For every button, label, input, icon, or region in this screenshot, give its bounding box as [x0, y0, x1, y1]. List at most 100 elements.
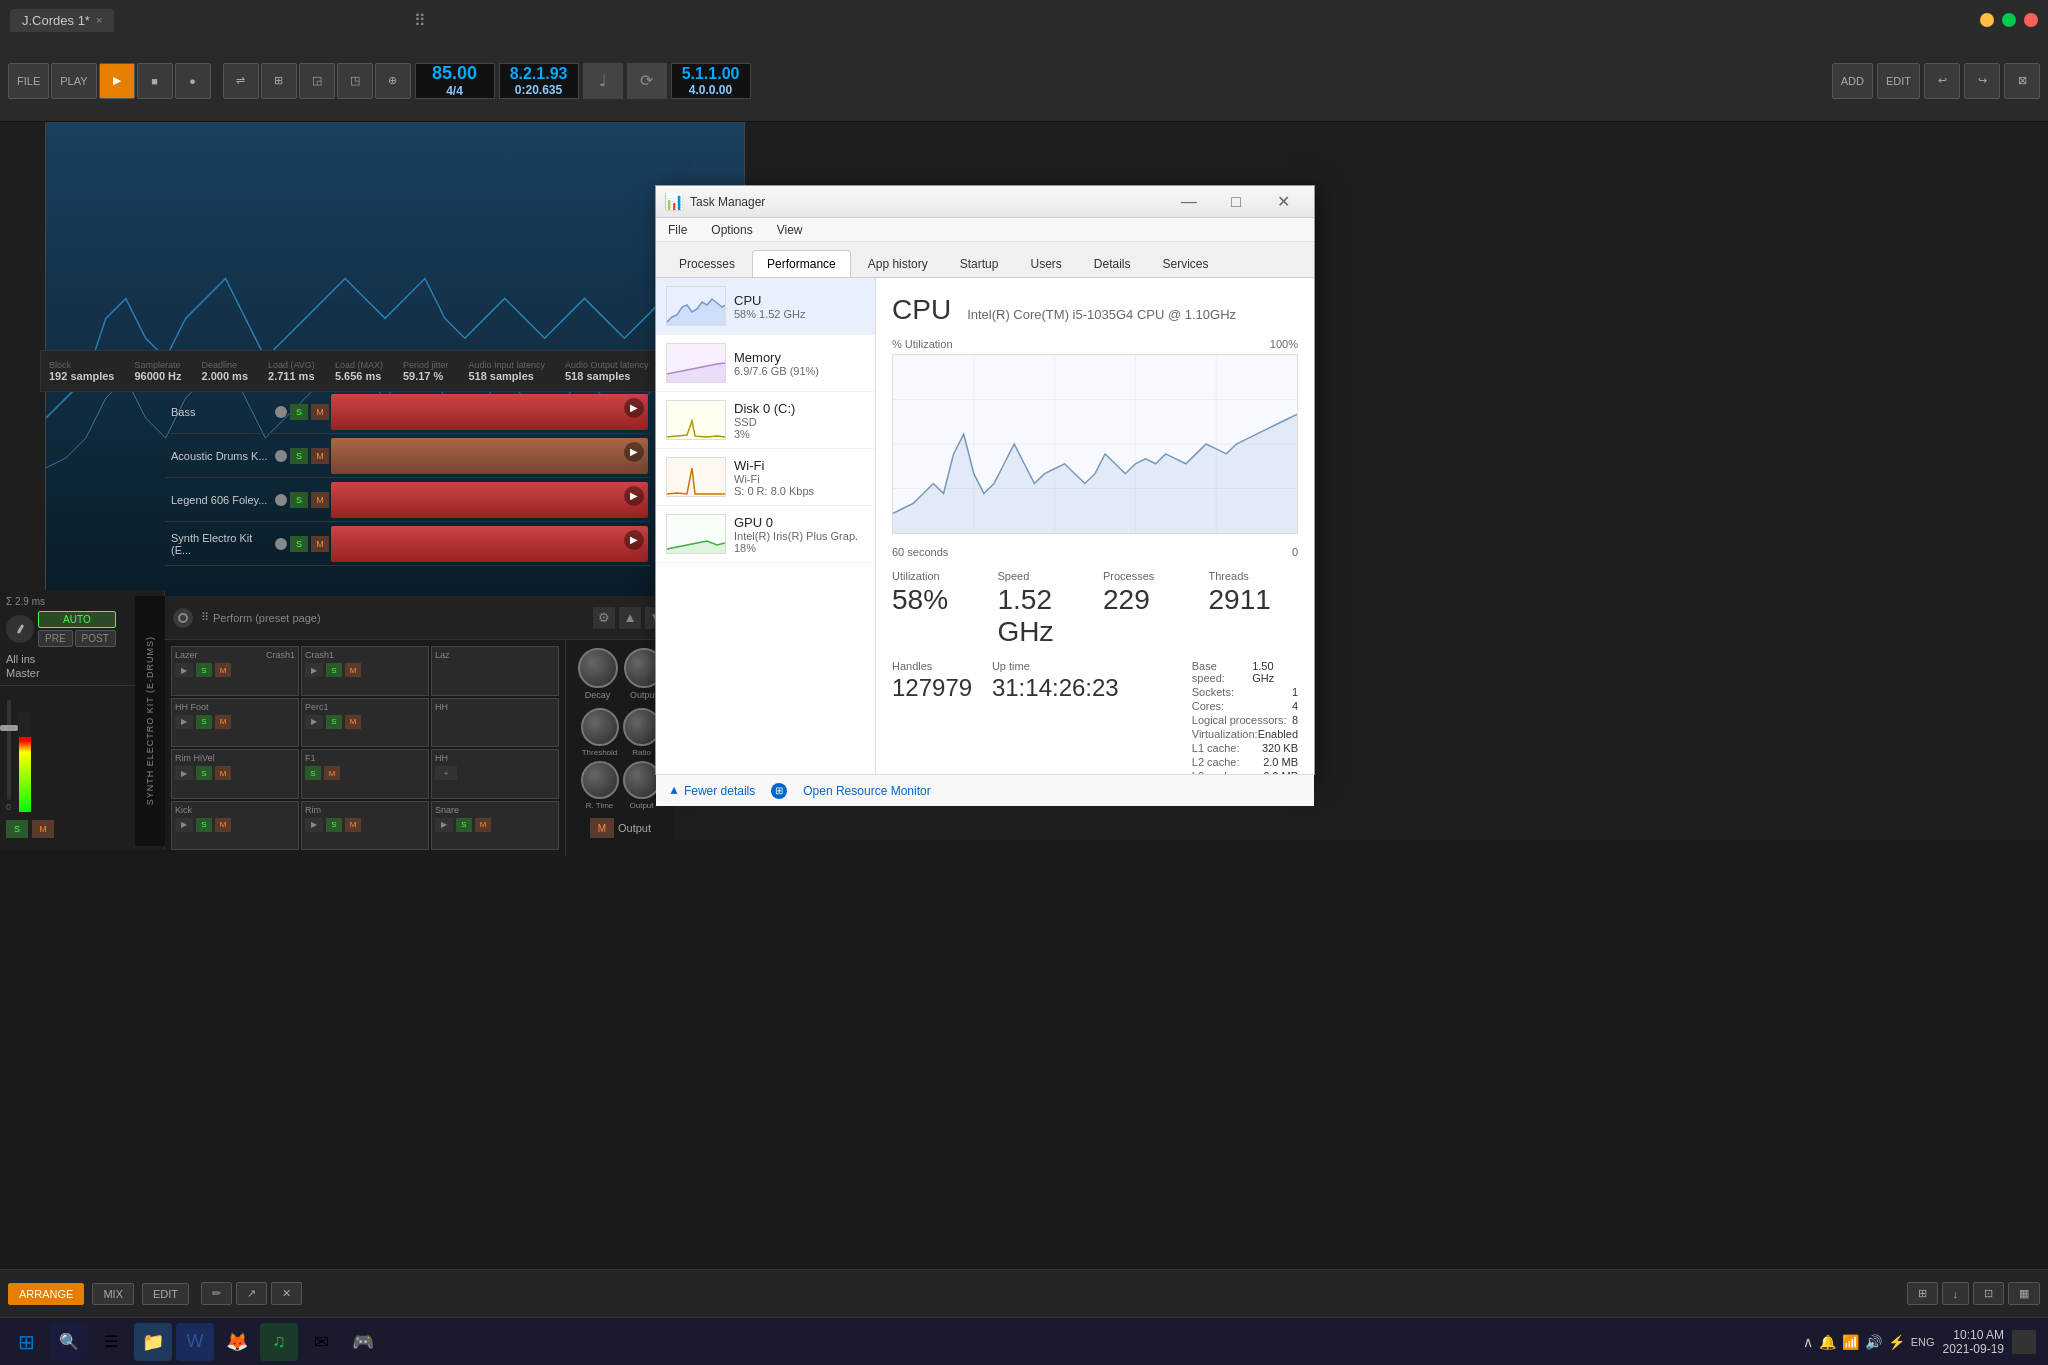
pad-kick-s[interactable]: S — [196, 818, 212, 832]
drums-clip[interactable]: ▶ — [331, 438, 648, 474]
pad-crash1-m[interactable]: M — [345, 663, 361, 677]
pad-perc1-m[interactable]: M — [345, 715, 361, 729]
tm-maximize[interactable]: □ — [1213, 187, 1259, 217]
auto-btn[interactable]: AUTO — [38, 611, 116, 628]
tab-performance[interactable]: Performance — [752, 250, 851, 277]
network-icon[interactable]: 📶 — [1842, 1334, 1859, 1350]
mix-btn[interactable]: MIX — [92, 1283, 134, 1305]
drums-solo[interactable]: S — [290, 448, 308, 464]
tempo-display[interactable]: 85.00 4/4 — [415, 63, 495, 99]
taskbar-mail[interactable]: ✉ — [302, 1323, 340, 1361]
transport-btn-5[interactable]: ⊕ — [375, 63, 411, 99]
extra-btn[interactable]: ⊠ — [2004, 63, 2040, 99]
taskbar-word[interactable]: W — [176, 1323, 214, 1361]
preset-settings[interactable]: ⚙ — [593, 607, 615, 629]
tm-device-memory[interactable]: Memory 6.9/7.6 GB (91%) — [656, 335, 875, 392]
loop-btn[interactable]: ⟳ — [627, 63, 667, 99]
taskbar-app[interactable]: 🎮 — [344, 1323, 382, 1361]
drums-play-btn[interactable]: ▶ — [624, 442, 644, 462]
mixer-solo-btn[interactable]: S — [6, 820, 28, 838]
mixer-knob[interactable] — [6, 615, 34, 643]
arr-icon2[interactable]: ↓ — [1942, 1282, 1970, 1305]
loop-display[interactable]: 5.1.1.00 4.0.0.00 — [671, 63, 751, 99]
show-desktop[interactable] — [2012, 1330, 2036, 1354]
tm-close[interactable]: ✕ — [1260, 187, 1306, 217]
tm-device-cpu[interactable]: CPU 58% 1.52 GHz — [656, 278, 875, 335]
tab-processes[interactable]: Processes — [664, 250, 750, 277]
transport-btn-3[interactable]: ◲ — [299, 63, 335, 99]
tm-device-gpu[interactable]: GPU 0 Intel(R) Iris(R) Plus Grap. 18% — [656, 506, 875, 563]
pad-lazer-s[interactable]: S — [196, 663, 212, 677]
pad-hh2-add[interactable]: + — [435, 766, 457, 780]
synth-play-btn[interactable]: ▶ — [624, 530, 644, 550]
file-button[interactable]: FILE — [8, 63, 49, 99]
taskbar-spotify[interactable]: ♫ — [260, 1323, 298, 1361]
transport-btn-4[interactable]: ◳ — [337, 63, 373, 99]
arr-select[interactable]: ↗ — [236, 1282, 267, 1305]
tab-services[interactable]: Services — [1148, 250, 1224, 277]
legend-mute[interactable]: M — [311, 492, 329, 508]
drums-mute[interactable]: M — [311, 448, 329, 464]
grid-icon[interactable]: ⠿ — [414, 11, 426, 30]
pre-btn[interactable]: PRE — [38, 630, 73, 647]
tm-menu-file[interactable]: File — [664, 221, 691, 239]
tm-minimize[interactable]: — — [1166, 187, 1212, 217]
power-icon[interactable]: ⚡ — [1888, 1334, 1905, 1350]
arr-icon1[interactable]: ⊞ — [1907, 1282, 1938, 1305]
fader-handle[interactable] — [0, 725, 18, 731]
rtime-knob[interactable] — [581, 761, 619, 799]
bass-clip[interactable]: ▶ — [331, 394, 648, 430]
open-monitor-btn[interactable]: Open Resource Monitor — [803, 784, 930, 798]
pad-f1-s[interactable]: S — [305, 766, 321, 780]
start-button[interactable]: ⊞ — [4, 1320, 48, 1364]
notification-icon[interactable]: 🔔 — [1819, 1334, 1836, 1350]
bass-solo[interactable]: S — [290, 404, 308, 420]
arr-icon4[interactable]: ▦ — [2008, 1282, 2040, 1305]
taskbar-firefox[interactable]: 🦊 — [218, 1323, 256, 1361]
pad-crash1[interactable]: Crash1 ▶ S M — [301, 646, 429, 696]
taskbar-explorer[interactable]: 📁 — [134, 1323, 172, 1361]
tab-details[interactable]: Details — [1079, 250, 1146, 277]
pad-lazer-play[interactable]: ▶ — [175, 663, 193, 677]
tm-device-disk[interactable]: Disk 0 (C:) SSD 3% — [656, 392, 875, 449]
maximize-button[interactable] — [2002, 13, 2016, 27]
tray-expand[interactable]: ∧ — [1803, 1334, 1813, 1350]
tab-close[interactable]: × — [96, 14, 102, 26]
legend-solo[interactable]: S — [290, 492, 308, 508]
pad-hhfoot-play[interactable]: ▶ — [175, 715, 193, 729]
bass-mute[interactable]: M — [311, 404, 329, 420]
tab-startup[interactable]: Startup — [945, 250, 1014, 277]
close-button[interactable] — [2024, 13, 2038, 27]
legend-play-btn[interactable]: ▶ — [624, 486, 644, 506]
pad-kick-play[interactable]: ▶ — [175, 818, 193, 832]
pad-snare[interactable]: Snare ▶ S M — [431, 801, 559, 851]
pad-snare-s[interactable]: S — [456, 818, 472, 832]
pad-hh2[interactable]: HH + — [431, 749, 559, 799]
arr-pencil[interactable]: ✏ — [201, 1282, 232, 1305]
volume-icon[interactable]: 🔊 — [1865, 1334, 1882, 1350]
tm-menu-options[interactable]: Options — [707, 221, 756, 239]
record-button[interactable]: ● — [175, 63, 211, 99]
pad-snare-play[interactable]: ▶ — [435, 818, 453, 832]
pad-kick[interactable]: Kick ▶ S M — [171, 801, 299, 851]
fader-track[interactable] — [7, 700, 11, 800]
pad-hhfoot-s[interactable]: S — [196, 715, 212, 729]
bass-enable[interactable] — [275, 406, 287, 418]
pad-f1[interactable]: F1 S M — [301, 749, 429, 799]
tab-users[interactable]: Users — [1015, 250, 1076, 277]
taskbar-search[interactable]: 🔍 — [50, 1323, 88, 1361]
legend-clip[interactable]: ▶ — [331, 482, 648, 518]
pad-kick-m[interactable]: M — [215, 818, 231, 832]
play-label-button[interactable]: PLAY — [51, 63, 96, 99]
pad-rim-s[interactable]: S — [326, 818, 342, 832]
pad-hhfoot[interactable]: HH Foot ▶ S M — [171, 698, 299, 748]
pad-snare-m[interactable]: M — [475, 818, 491, 832]
redo-button[interactable]: ↪ — [1964, 63, 2000, 99]
post-btn[interactable]: POST — [75, 630, 116, 647]
transport-btn-2[interactable]: ⊞ — [261, 63, 297, 99]
bass-play-btn[interactable]: ▶ — [624, 398, 644, 418]
fewer-details-btn[interactable]: ▼ Fewer details — [668, 784, 755, 798]
arr-icon3[interactable]: ⊡ — [1973, 1282, 2004, 1305]
arrange-btn[interactable]: ARRANGE — [8, 1283, 84, 1305]
output-m-btn[interactable]: M — [590, 818, 614, 838]
